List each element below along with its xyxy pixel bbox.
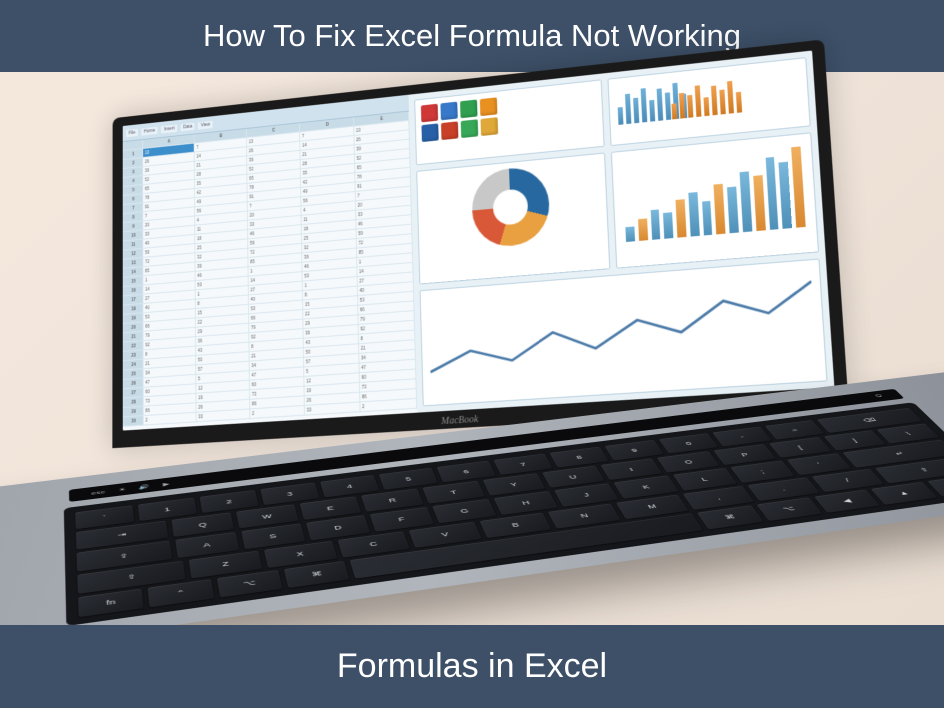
key: fn (78, 588, 144, 617)
bar (656, 88, 663, 121)
bar (687, 95, 693, 118)
ribbon-tab: Home (141, 126, 157, 135)
column (791, 146, 805, 227)
bar (633, 97, 639, 123)
color-swatch-panel (414, 79, 605, 165)
ribbon-tab: File (126, 128, 138, 136)
column (650, 209, 660, 239)
excel-spreadsheet-pane: File Home Insert Data View ABCDE11371371… (123, 95, 417, 431)
column-chart-panel (611, 132, 819, 268)
bar (618, 107, 624, 124)
cell: 2 (360, 399, 417, 412)
laptop-screen-bezel: File Home Insert Data View ABCDE11371371… (112, 39, 848, 448)
row-header: 30 (123, 416, 144, 427)
bar (671, 104, 677, 120)
donut-chart (471, 165, 551, 249)
bar (711, 86, 718, 116)
bar (736, 92, 742, 113)
color-swatch (441, 121, 458, 140)
column (714, 184, 726, 235)
column (740, 171, 753, 232)
touchbar-icon: ☀ (118, 486, 126, 492)
cell: 33 (305, 402, 361, 415)
ribbon-tab: View (198, 120, 213, 129)
bar (703, 97, 709, 116)
key: ▲ (871, 482, 937, 505)
key: ⌥ (217, 570, 283, 598)
bar (649, 100, 655, 122)
laptop-illustration: File Home Insert Data View ABCDE11371371… (40, 78, 934, 613)
donut-chart-panel (416, 153, 610, 285)
touchbar-icon: 🔊 (139, 483, 150, 489)
line-chart (428, 268, 817, 397)
column (727, 187, 739, 234)
orange-bar-chart (668, 71, 744, 122)
bar (695, 86, 702, 117)
touchbar-icon: ⏻ (874, 394, 884, 399)
line-chart-panel (419, 258, 827, 406)
ribbon-tab: Insert (161, 124, 177, 133)
color-swatch (421, 104, 438, 123)
bottom-banner-text: Formulas in Excel (337, 647, 607, 685)
column (765, 157, 779, 230)
column (702, 201, 713, 236)
bar (719, 90, 725, 115)
key: ◀ (814, 489, 880, 512)
touchbar-icon: ▶ (163, 481, 170, 487)
column (779, 162, 792, 229)
bar (625, 94, 631, 124)
key: ⌘ (697, 505, 763, 529)
laptop-brand-label: MacBook (441, 414, 478, 427)
cell: 33 (196, 409, 250, 422)
bar (679, 92, 685, 118)
column (638, 218, 648, 241)
column-chart (618, 140, 810, 246)
color-swatch (480, 97, 498, 116)
cell: 2 (250, 406, 305, 419)
column (625, 226, 635, 242)
laptop-screen: File Home Insert Data View ABCDE11371371… (123, 51, 835, 431)
color-swatch (440, 102, 457, 121)
key: ⌥ (756, 497, 822, 521)
small-bar-panel (607, 57, 810, 146)
key: ⌘ (284, 561, 350, 588)
bar (641, 88, 648, 123)
excel-dashboard-pane (408, 51, 834, 413)
color-swatch (461, 119, 479, 138)
column (663, 212, 673, 239)
excel-grid: ABCDE11371371322614261426339213921394522… (123, 112, 417, 431)
key: ⌃ (148, 579, 214, 607)
column (688, 192, 699, 237)
touchbar-icon: esc (91, 489, 105, 496)
bottom-banner: Formulas in Excel (0, 625, 944, 708)
cell: 2 (144, 413, 197, 426)
color-swatch (460, 100, 478, 119)
column (753, 175, 765, 231)
bar (727, 80, 734, 113)
column (676, 199, 687, 237)
top-banner-text: How To Fix Excel Formula Not Working (203, 18, 741, 53)
swatch-grid (421, 87, 597, 142)
color-swatch (480, 117, 498, 136)
color-swatch (421, 123, 438, 142)
ribbon-tab: Data (181, 122, 195, 131)
